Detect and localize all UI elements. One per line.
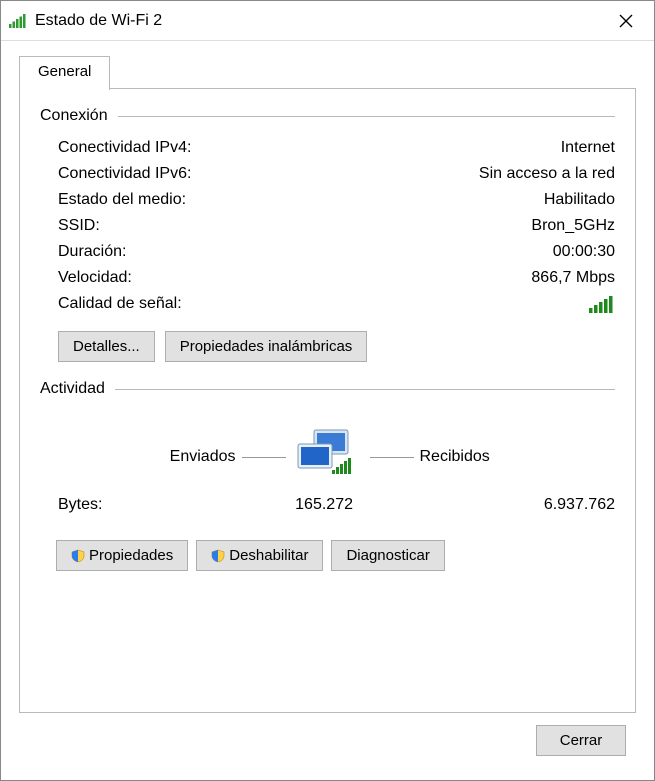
activity-section: Enviados <box>40 414 615 518</box>
duration-row: Duración: 00:00:30 <box>40 239 615 265</box>
signal-quality-label: Calidad de señal: <box>58 295 182 313</box>
media-state-value: Habilitado <box>544 191 615 209</box>
divider <box>118 116 615 117</box>
close-button[interactable]: Cerrar <box>536 725 626 756</box>
close-icon[interactable] <box>606 1 646 41</box>
divider <box>370 457 414 458</box>
received-label: Recibidos <box>420 448 560 466</box>
wireless-properties-button[interactable]: Propiedades inalámbricas <box>165 331 368 362</box>
disable-button-label: Deshabilitar <box>229 547 308 564</box>
tab-page-general: Conexión Conectividad IPv4: Internet Con… <box>19 89 636 713</box>
ipv6-row: Conectividad IPv6: Sin acceso a la red <box>40 161 615 187</box>
signal-quality-row: Calidad de señal: <box>40 291 615 317</box>
bytes-received-value: 6.937.762 <box>480 496 615 514</box>
ssid-label: SSID: <box>58 217 100 235</box>
ipv4-row: Conectividad IPv4: Internet <box>40 135 615 161</box>
connection-section-label: Conexión <box>40 107 108 125</box>
titlebar: Estado de Wi-Fi 2 <box>1 1 654 41</box>
ipv6-value: Sin acceso a la red <box>479 165 615 183</box>
connection-buttons: Detalles... Propiedades inalámbricas <box>58 331 615 362</box>
ipv6-label: Conectividad IPv6: <box>58 165 191 183</box>
speed-label: Velocidad: <box>58 269 132 287</box>
shield-icon <box>211 549 225 563</box>
sent-label: Enviados <box>96 448 236 466</box>
divider <box>115 389 615 390</box>
dialog-footer: Cerrar <box>19 713 636 768</box>
network-computers-icon <box>292 428 364 486</box>
media-state-row: Estado del medio: Habilitado <box>40 187 615 213</box>
connection-section-header: Conexión <box>40 107 615 125</box>
diagnose-button[interactable]: Diagnosticar <box>331 540 444 571</box>
speed-row: Velocidad: 866,7 Mbps <box>40 265 615 291</box>
ipv4-label: Conectividad IPv4: <box>58 139 191 157</box>
divider <box>242 457 286 458</box>
ssid-value: Bron_5GHz <box>531 217 615 235</box>
properties-button[interactable]: Propiedades <box>56 540 188 571</box>
properties-button-label: Propiedades <box>89 547 173 564</box>
ipv4-value: Internet <box>561 139 615 157</box>
activity-graphic: Enviados <box>40 428 615 486</box>
wifi-status-window: Estado de Wi-Fi 2 General Conexión Conec… <box>0 0 655 781</box>
activity-section-label: Actividad <box>40 380 105 398</box>
bytes-label: Bytes: <box>58 496 218 514</box>
wifi-signal-icon <box>9 14 27 28</box>
action-buttons: Propiedades Deshabilitar Diagnosticar <box>56 540 615 571</box>
disable-button[interactable]: Deshabilitar <box>196 540 323 571</box>
media-state-label: Estado del medio: <box>58 191 186 209</box>
tab-strip: General <box>19 55 636 89</box>
window-title: Estado de Wi-Fi 2 <box>35 12 606 30</box>
details-button[interactable]: Detalles... <box>58 331 155 362</box>
dialog-body: General Conexión Conectividad IPv4: Inte… <box>1 41 654 780</box>
ssid-row: SSID: Bron_5GHz <box>40 213 615 239</box>
duration-label: Duración: <box>58 243 126 261</box>
duration-value: 00:00:30 <box>553 243 615 261</box>
shield-icon <box>71 549 85 563</box>
activity-section-header: Actividad <box>40 380 615 398</box>
tab-general[interactable]: General <box>19 56 110 90</box>
bytes-sent-value: 165.272 <box>218 496 353 514</box>
tab-underline <box>19 88 636 89</box>
speed-value: 866,7 Mbps <box>531 269 615 287</box>
bytes-row: Bytes: 165.272 6.937.762 <box>40 492 615 518</box>
signal-bars-icon <box>589 295 615 313</box>
